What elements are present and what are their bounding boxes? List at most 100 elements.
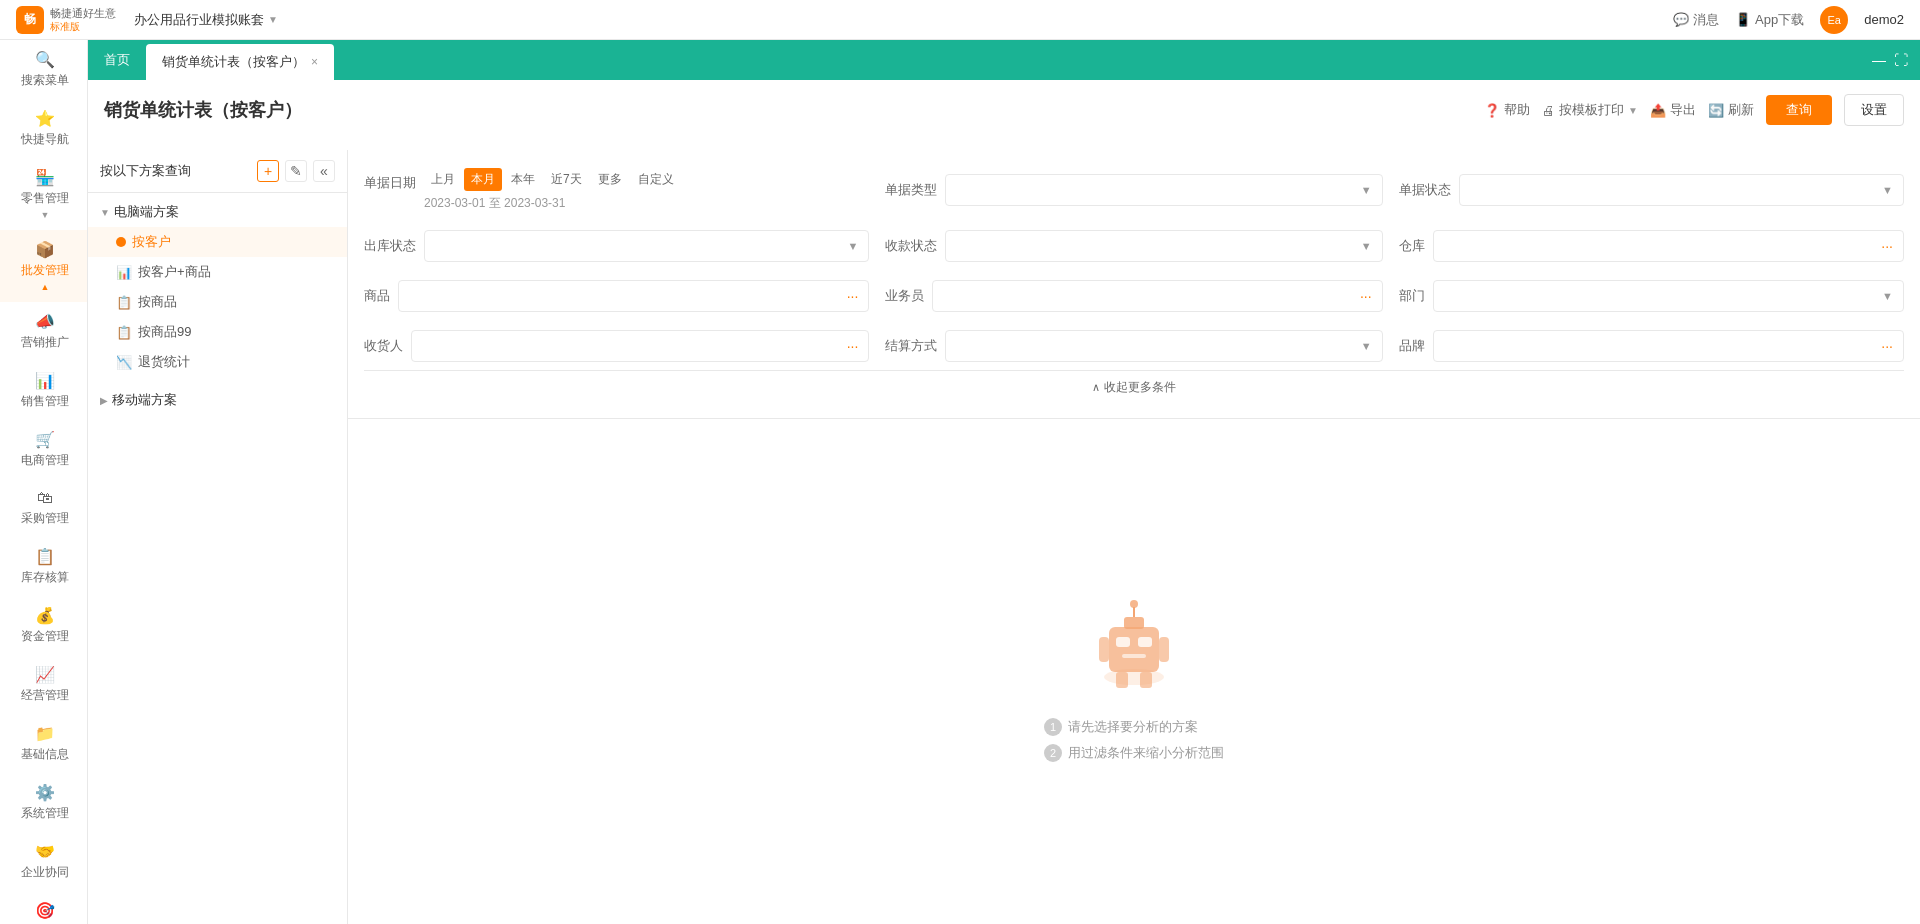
sidebar-item-finance[interactable]: 💰 资金管理 <box>0 596 87 655</box>
scheme-section-mobile-title[interactable]: ▶ 移动端方案 <box>88 385 347 415</box>
chevron-down-icon: ▼ <box>847 240 858 252</box>
recipient-input[interactable]: ··· <box>411 330 869 362</box>
export-icon: 📤 <box>1650 103 1666 118</box>
scheme-section-desktop-title[interactable]: ▼ 电脑端方案 <box>88 197 347 227</box>
svg-rect-1 <box>1109 627 1159 672</box>
sidebar-item-cooperation[interactable]: 🤝 企业协同 <box>0 832 87 891</box>
sidebar-item-quick-nav[interactable]: ⭐ 快捷导航 <box>0 99 87 158</box>
sidebar-item-system[interactable]: ⚙️ 系统管理 <box>0 773 87 832</box>
sidebar-item-retail[interactable]: 🏪 零售管理 ▼ <box>0 158 87 230</box>
cooperation-icon: 🤝 <box>35 842 55 861</box>
search-icon: 🔍 <box>35 50 55 69</box>
help-btn[interactable]: ❓ 帮助 <box>1484 101 1530 119</box>
empty-hints: 1 请先选择要分析的方案 2 用过滤条件来缩小分析范围 <box>1044 718 1224 762</box>
operations-icon: 📈 <box>35 665 55 684</box>
sidebar-item-inventory[interactable]: 📋 库存核算 <box>0 537 87 596</box>
sidebar-item-basic[interactable]: 📁 基础信息 <box>0 714 87 773</box>
department-cell: 部门 ▼ <box>1391 276 1904 316</box>
date-btn-last-month[interactable]: 上月 <box>424 168 462 191</box>
scheme-edit-btn[interactable]: ✎ <box>285 160 307 182</box>
out-status-cell: 出库状态 ▼ <box>364 226 877 266</box>
inventory-icon: 📋 <box>35 547 55 566</box>
date-btn-7days[interactable]: 近7天 <box>544 168 589 191</box>
sidebar-item-sales[interactable]: 📊 销售管理 <box>0 361 87 420</box>
warehouse-input[interactable]: ··· <box>1433 230 1904 262</box>
collapse-bar[interactable]: ∧ 收起更多条件 <box>364 370 1904 404</box>
message-icon: 💬 <box>1673 12 1689 27</box>
order-type-input[interactable]: ▼ <box>945 174 1382 206</box>
tab-expand: — ⛶ <box>1872 52 1920 68</box>
app-download-btn[interactable]: 📱 App下载 <box>1735 11 1804 29</box>
scheme-header: 按以下方案查询 + ✎ « <box>88 150 347 193</box>
tab-close-icon[interactable]: × <box>311 55 318 69</box>
query-button[interactable]: 查询 <box>1766 95 1832 125</box>
sidebar-item-operations[interactable]: 📈 经营管理 <box>0 655 87 714</box>
username: demo2 <box>1864 12 1904 27</box>
collect-status-input[interactable]: ▼ <box>945 230 1382 262</box>
brand-cell: 品牌 ··· <box>1391 326 1904 366</box>
refresh-btn[interactable]: 🔄 刷新 <box>1708 101 1754 119</box>
form-row-3: 商品 ··· 业务员 ··· <box>364 276 1904 316</box>
brand-input[interactable]: ··· <box>1433 330 1904 362</box>
export-btn[interactable]: 📤 导出 <box>1650 101 1696 119</box>
svg-rect-3 <box>1138 637 1152 647</box>
svg-point-7 <box>1130 600 1138 608</box>
sidebar-item-search-menu[interactable]: 🔍 搜索菜单 <box>0 40 87 99</box>
warehouse-label: 仓库 <box>1399 237 1425 255</box>
sidebar: 🔍 搜索菜单 ⭐ 快捷导航 🏪 零售管理 ▼ 📦 批发管理 ▲ 📣 营销推广 <box>0 40 88 924</box>
order-type-label: 单据类型 <box>885 181 937 199</box>
industry-selector[interactable]: 办公用品行业模拟账套 ▼ <box>126 11 286 29</box>
sidebar-item-wholesale[interactable]: 📦 批发管理 ▲ <box>0 230 87 302</box>
page-content: 销货单统计表（按客户） ❓ 帮助 🖨 按模板打印 ▼ <box>88 80 1920 924</box>
maximize-icon[interactable]: ⛶ <box>1894 52 1908 68</box>
settlement-input[interactable]: ▼ <box>945 330 1382 362</box>
date-range-text: 2023-03-01 至 2023-03-31 <box>424 195 869 212</box>
setting-button[interactable]: 设置 <box>1844 94 1904 126</box>
content-area: 首页 销货单统计表（按客户） × — ⛶ 销货单统计表（按客户） <box>88 40 1920 924</box>
scheme-item-by-customer-goods[interactable]: 📊 按客户+商品 <box>88 257 347 287</box>
order-type-cell: 单据类型 ▼ <box>877 164 1390 216</box>
scheme-header-title: 按以下方案查询 <box>100 162 191 180</box>
tab-active[interactable]: 销货单统计表（按客户） × <box>146 44 334 80</box>
chevron-down-icon: ▼ <box>1882 290 1893 302</box>
order-status-input[interactable]: ▼ <box>1459 174 1904 206</box>
message-btn[interactable]: 💬 消息 <box>1673 11 1719 29</box>
avatar[interactable]: Ea <box>1820 6 1848 34</box>
scheme-item-by-goods[interactable]: 📋 按商品 <box>88 287 347 317</box>
chevron-down-icon: ▼ <box>1882 184 1893 196</box>
print-btn[interactable]: 🖨 按模板打印 ▼ <box>1542 101 1638 119</box>
chevron-down-icon: ▼ <box>1361 184 1372 196</box>
goods-input[interactable]: ··· <box>398 280 869 312</box>
chevron-up-icon: ▲ <box>41 282 50 292</box>
scheme-item-refund-stats[interactable]: 📉 退货统计 <box>88 347 347 377</box>
date-btn-this-year[interactable]: 本年 <box>504 168 542 191</box>
page-actions: ❓ 帮助 🖨 按模板打印 ▼ 📤 导出 <box>1484 94 1904 126</box>
salesperson-input[interactable]: ··· <box>932 280 1382 312</box>
department-input[interactable]: ▼ <box>1433 280 1904 312</box>
collect-status-cell: 收款状态 ▼ <box>877 226 1390 266</box>
sidebar-item-guide[interactable]: 🎯 新手引导 <box>0 891 87 924</box>
date-btns: 上月 本月 本年 近7天 更多 自定义 <box>424 168 869 191</box>
scheme-item-by-goods-99[interactable]: 📋 按商品99 <box>88 317 347 347</box>
scheme-section-mobile: ▶ 移动端方案 <box>88 381 347 419</box>
svg-rect-8 <box>1099 637 1109 662</box>
logo-area: 畅 畅捷通好生意 标准版 <box>16 6 116 34</box>
date-btn-more[interactable]: 更多 <box>591 168 629 191</box>
tab-home[interactable]: 首页 <box>88 40 146 80</box>
svg-rect-2 <box>1116 637 1130 647</box>
sidebar-item-purchase[interactable]: 🛍 采购管理 <box>0 479 87 537</box>
chart-icon: 📊 <box>116 265 132 280</box>
minimize-icon[interactable]: — <box>1872 52 1886 68</box>
scheme-collapse-btn[interactable]: « <box>313 160 335 182</box>
date-btn-this-month[interactable]: 本月 <box>464 168 502 191</box>
sidebar-item-ecommerce[interactable]: 🛒 电商管理 <box>0 420 87 479</box>
date-btn-custom[interactable]: 自定义 <box>631 168 681 191</box>
svg-rect-5 <box>1124 617 1144 629</box>
ellipsis-icon: ··· <box>1881 238 1893 254</box>
out-status-input[interactable]: ▼ <box>424 230 869 262</box>
scheme-add-btn[interactable]: + <box>257 160 279 182</box>
sidebar-item-marketing[interactable]: 📣 营销推广 <box>0 302 87 361</box>
salesperson-ellipsis-icon: ··· <box>1360 288 1372 304</box>
goods-label: 商品 <box>364 287 390 305</box>
scheme-item-by-customer[interactable]: 按客户 <box>88 227 347 257</box>
